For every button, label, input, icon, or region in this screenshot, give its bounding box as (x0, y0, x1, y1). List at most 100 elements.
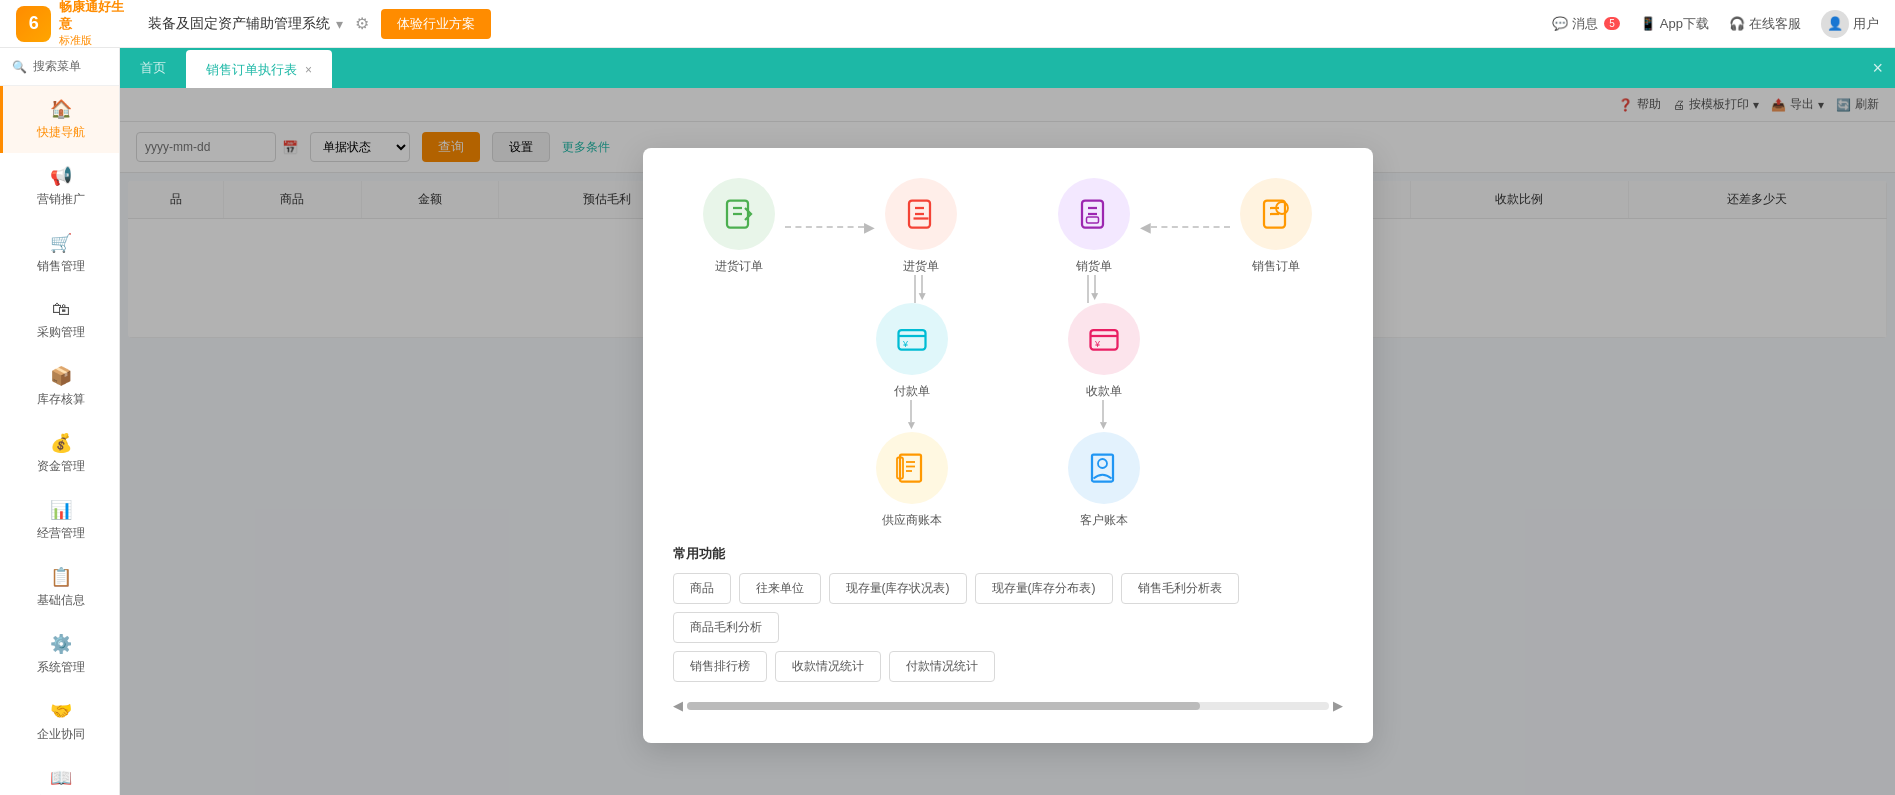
tab-sales-order[interactable]: 销售订单执行表 × (186, 50, 332, 90)
sidebar-item-enterprise[interactable]: 🤝 企业协同 (0, 688, 119, 755)
spacer-v1c (967, 275, 1047, 303)
flow-circle-supplier-ledger (876, 432, 948, 504)
arrow-down-sales: ▼ (1058, 275, 1130, 303)
system-title-text: 装备及固定资产辅助管理系统 (148, 15, 330, 33)
sidebar-item-quick-nav[interactable]: 🏠 快捷导航 (0, 86, 119, 153)
flow-row-v1: ▼ ▼ (673, 275, 1343, 303)
sidebar-item-sales[interactable]: 🛒 销售管理 (0, 220, 119, 287)
sidebar-item-finance[interactable]: 💰 资金管理 (0, 420, 119, 487)
flow-row-v2: ▼ ▼ (673, 400, 1343, 432)
flow-item-purchase-order[interactable]: 进货订单 (703, 178, 775, 275)
func-buttons-row-1: 商品 往来单位 现存量(库存状况表) 现存量(库存分布表) 销售毛利分析表 商品… (673, 573, 1343, 643)
func-btn-sales-margin[interactable]: 销售毛利分析表 (1121, 573, 1239, 604)
tab-home[interactable]: 首页 (120, 48, 186, 88)
app-download-btn[interactable]: 📱 App下载 (1640, 15, 1709, 33)
sidebar-item-basicinfo[interactable]: 📋 基础信息 (0, 554, 119, 621)
chart-icon: 📊 (50, 499, 72, 521)
flow-item-sales-order[interactable]: 销售订单 (1240, 178, 1312, 275)
system-title: 装备及固定资产辅助管理系统 ▾ (148, 15, 343, 33)
modal-scrollbar: ◀ ▶ (673, 698, 1343, 713)
flow-diagram: 进货订单 ▶ (673, 178, 1343, 529)
flow-circle-sales-order (1240, 178, 1312, 250)
spacer-v1b (785, 275, 875, 303)
flow-item-receipt[interactable]: ¥ 收款单 (1068, 303, 1140, 400)
flow-row-1: 进货订单 ▶ (673, 178, 1343, 275)
scroll-left-icon[interactable]: ◀ (673, 698, 683, 713)
flow-label-sales-bill: 销货单 (1076, 258, 1112, 275)
trial-btn[interactable]: 体验行业方案 (381, 9, 491, 39)
modal-overlay[interactable]: 进货订单 ▶ (120, 88, 1895, 795)
flow-circle-purchase-bill (885, 178, 957, 250)
message-icon: 💬 (1552, 16, 1568, 31)
flow-label-customer-ledger: 客户账本 (1080, 512, 1128, 529)
logo-char: 6 (29, 13, 39, 34)
scroll-thumb (687, 702, 1201, 710)
sidebar: 🔍 搜索菜单 🏠 快捷导航 📢 营销推广 🛒 销售管理 🛍 采购管理 📦 (0, 48, 120, 795)
tab-bar: 首页 销售订单执行表 × × (120, 48, 1895, 88)
scroll-arrows: ◀ ▶ (673, 698, 1343, 713)
flow-circle-payment: ¥ (876, 303, 948, 375)
tab-close-icon[interactable]: × (305, 63, 312, 77)
scroll-right-icon[interactable]: ▶ (1333, 698, 1343, 713)
flow-item-payment[interactable]: ¥ 付款单 (876, 303, 948, 400)
gear-icon[interactable]: ⚙ (355, 14, 369, 33)
sidebar-item-marketing[interactable]: 📢 营销推广 (0, 153, 119, 220)
message-btn[interactable]: 💬 消息 5 (1552, 15, 1620, 33)
sidebar-item-newbie[interactable]: 📖 新手引导 (0, 755, 119, 795)
flow-item-customer-ledger[interactable]: 客户账本 (1068, 432, 1140, 529)
flow-label-payment: 付款单 (894, 383, 930, 400)
user-profile-btn[interactable]: 👤 用户 (1821, 10, 1879, 38)
sidebar-item-purchase[interactable]: 🛍 采购管理 (0, 287, 119, 353)
common-func-title: 常用功能 (673, 545, 1343, 563)
sidebar-item-sysadmin[interactable]: ⚙️ 系统管理 (0, 621, 119, 688)
sidebar-label-inventory: 库存核算 (37, 391, 85, 408)
message-badge: 5 (1604, 17, 1620, 30)
arrow-to-purchase-bill: ▶ (785, 219, 875, 235)
bag-icon: 🛍 (52, 299, 70, 320)
func-btn-payment-stats[interactable]: 付款情况统计 (889, 651, 995, 682)
flow-item-supplier-ledger[interactable]: 供应商账本 (876, 432, 948, 529)
func-btn-stock-status[interactable]: 现存量(库存状况表) (829, 573, 967, 604)
svg-rect-9 (1086, 217, 1098, 223)
flow-circle-receipt: ¥ (1068, 303, 1140, 375)
sidebar-label-enterprise: 企业协同 (37, 726, 85, 743)
book-icon: 📖 (50, 767, 72, 789)
func-btn-product[interactable]: 商品 (673, 573, 731, 604)
flow-label-purchase-bill: 进货单 (903, 258, 939, 275)
common-functions-section: 常用功能 商品 往来单位 现存量(库存状况表) 现存量(库存分布表) 销售毛利分… (673, 545, 1343, 682)
arrow-from-sales-order: ◀ (1140, 219, 1230, 235)
main-layout: 🔍 搜索菜单 🏠 快捷导航 📢 营销推广 🛒 销售管理 🛍 采购管理 📦 (0, 48, 1895, 795)
svg-text:¥: ¥ (902, 339, 909, 349)
func-btn-product-margin[interactable]: 商品毛利分析 (673, 612, 779, 643)
online-service-btn[interactable]: 🎧 在线客服 (1729, 15, 1801, 33)
window-close-icon[interactable]: × (1872, 58, 1883, 78)
message-label: 消息 (1572, 15, 1598, 33)
spacer-v1d (1140, 275, 1230, 303)
svg-text:¥: ¥ (1094, 339, 1101, 349)
sidebar-item-operations[interactable]: 📊 经营管理 (0, 487, 119, 554)
handshake-icon: 🤝 (50, 700, 72, 722)
func-btn-receipt-stats[interactable]: 收款情况统计 (775, 651, 881, 682)
flow-row-3: 供应商账本 客户账本 (673, 432, 1343, 529)
avatar: 👤 (1821, 10, 1849, 38)
spacer-v1a (703, 275, 775, 303)
func-btn-stock-dist[interactable]: 现存量(库存分布表) (975, 573, 1113, 604)
dropdown-arrow-icon: ▾ (336, 16, 343, 32)
home-icon: 🏠 (50, 98, 72, 120)
flow-item-sales-bill[interactable]: 销货单 (1058, 178, 1130, 275)
flow-item-purchase-bill[interactable]: 进货单 (885, 178, 957, 275)
logo-icon: 6 (16, 6, 51, 42)
sidebar-label-purchase: 采购管理 (37, 324, 85, 341)
sidebar-item-inventory[interactable]: 📦 库存核算 (0, 353, 119, 420)
scroll-track[interactable] (687, 702, 1329, 710)
search-menu-btn[interactable]: 🔍 搜索菜单 (0, 48, 119, 86)
logo-text: 畅康通好生意 标准版 (59, 0, 136, 48)
func-btn-sales-ranking[interactable]: 销售排行榜 (673, 651, 767, 682)
func-btn-counterparty[interactable]: 往来单位 (739, 573, 821, 604)
sidebar-label-sysadmin: 系统管理 (37, 659, 85, 676)
content-area: 首页 销售订单执行表 × × ❓ 帮助 (120, 48, 1895, 795)
sidebar-label-quick-nav: 快捷导航 (37, 124, 85, 141)
flow-circle-customer-ledger (1068, 432, 1140, 504)
app-container: 6 畅康通好生意 标准版 装备及固定资产辅助管理系统 ▾ ⚙ 体验行业方案 💬 … (0, 0, 1895, 795)
logo-line1: 畅康通好生意 (59, 0, 136, 33)
